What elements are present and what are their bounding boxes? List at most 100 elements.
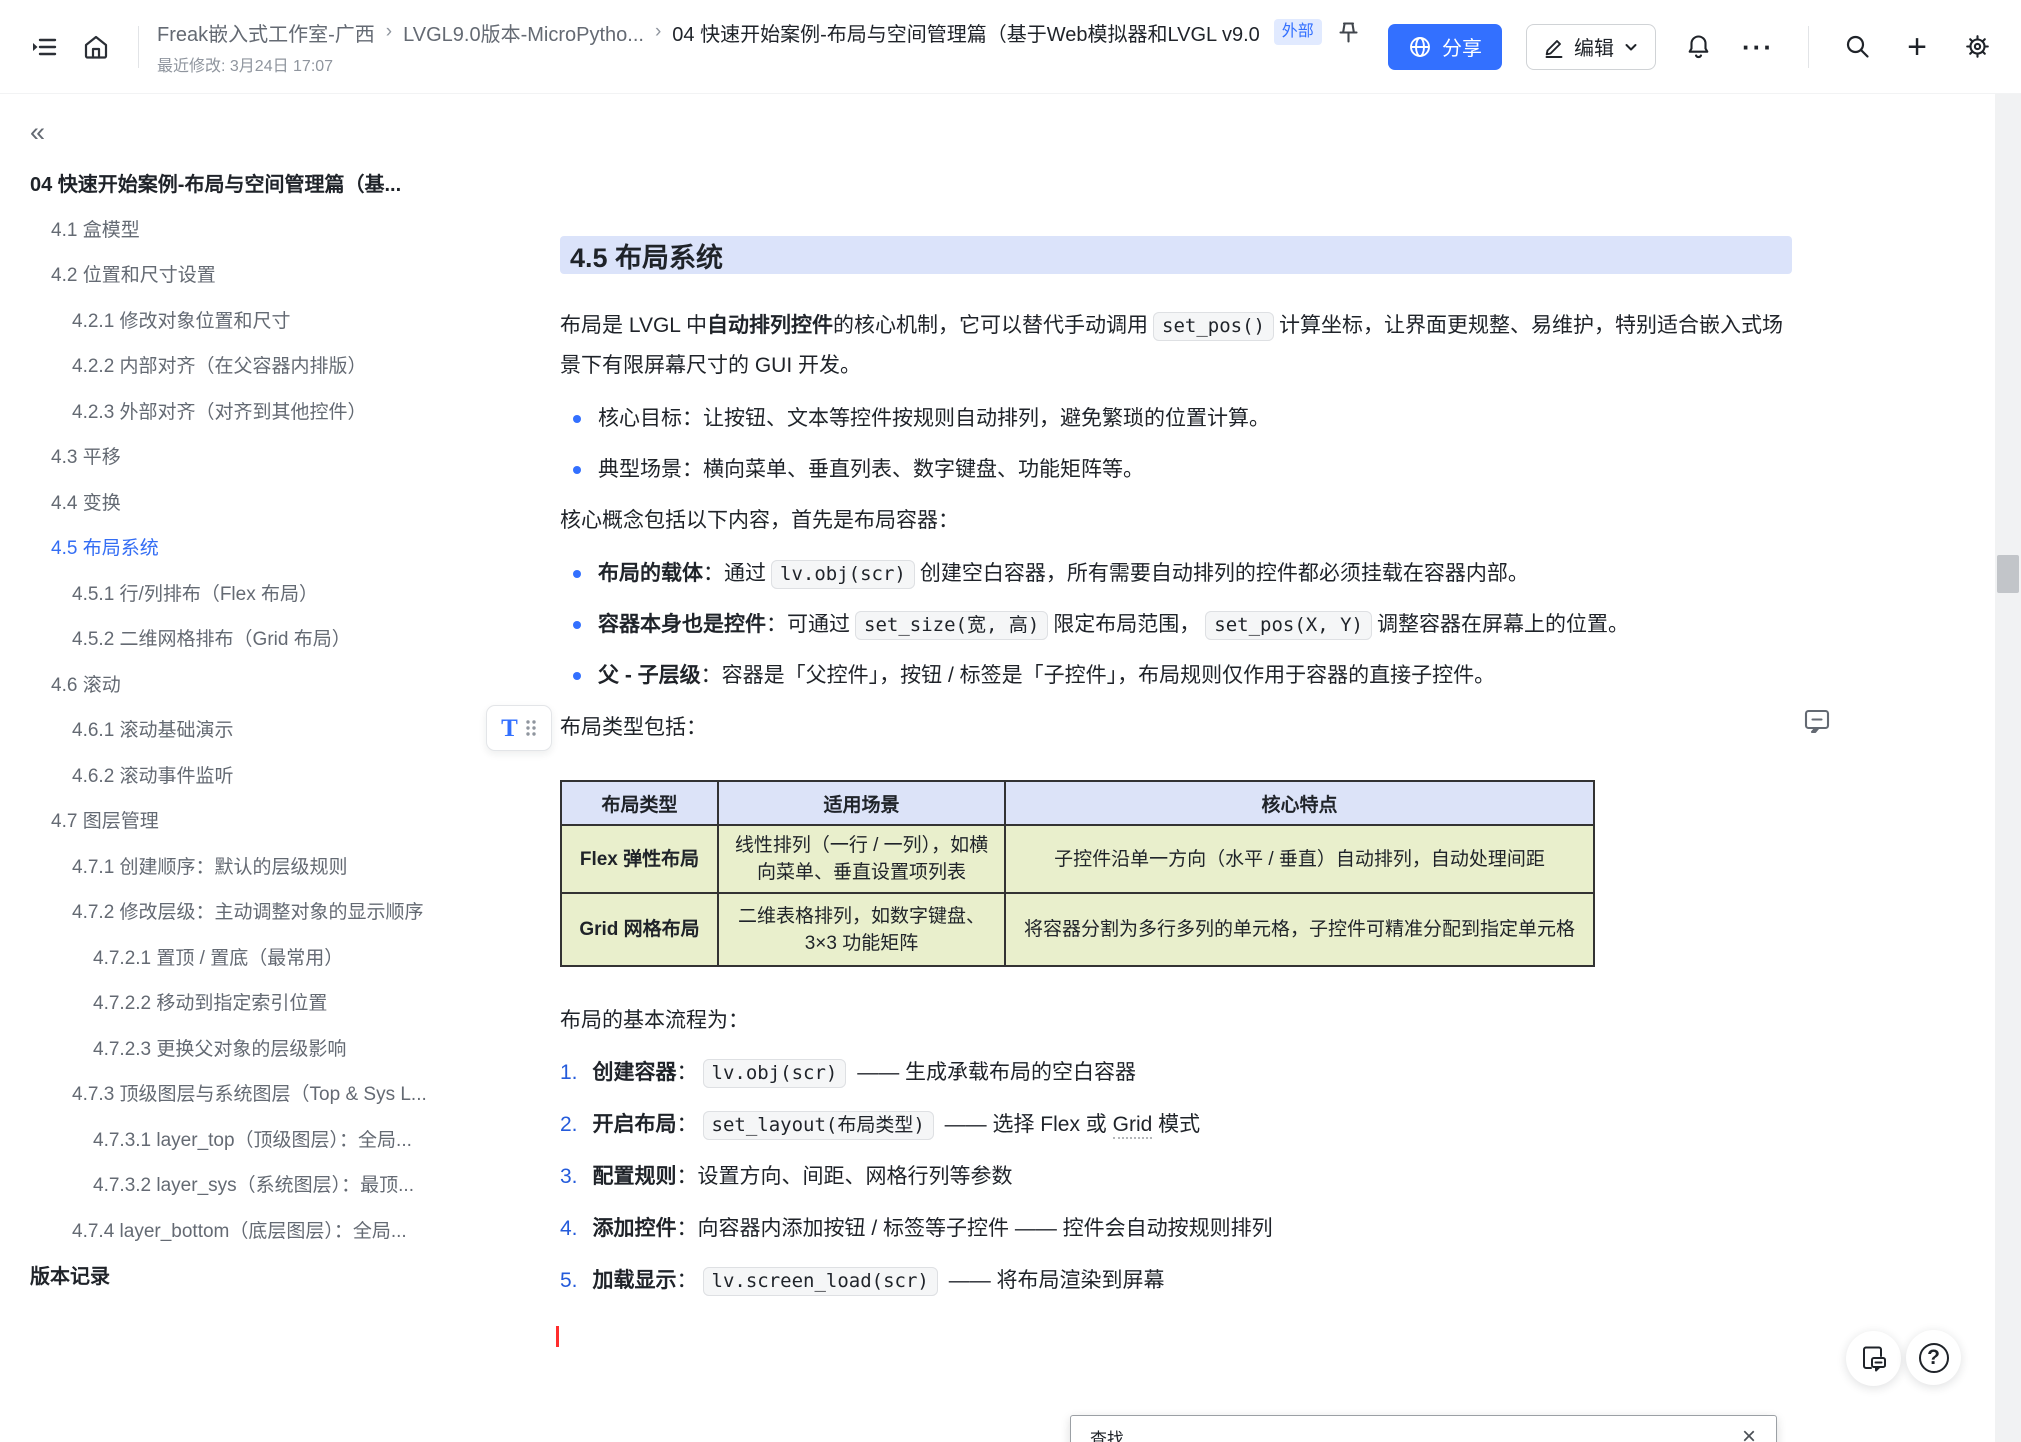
search-button[interactable] (1839, 29, 1875, 65)
breadcrumb-item: Freak嵌入式工作室-广西 › (157, 18, 403, 47)
toc-item[interactable]: 4.4 变换 (30, 479, 556, 525)
bullet-dot-icon (573, 570, 581, 578)
help-icon: ? (1918, 1342, 1949, 1373)
settings-button[interactable] (1959, 29, 1995, 65)
toc-item[interactable]: 4.7.2.1 置顶 / 置底（最常用） (30, 934, 556, 980)
toc-item[interactable]: 4.1 盒模型 (30, 206, 556, 252)
toc-item[interactable]: 4.7.2 修改层级：主动调整对象的显示顺序 (30, 888, 556, 934)
table-header-cell: 布局类型 (560, 780, 719, 826)
find-bar[interactable]: 查找 × (1070, 1415, 1777, 1442)
toc-item-label: 4.2.3 外部对齐（对齐到其他控件） (72, 401, 367, 423)
last-modified: 最近修改: 3月24日 17:07 (157, 57, 334, 75)
toc-item-label: 4.6.1 滚动基础演示 (72, 720, 234, 742)
step-item: 2. 开启布局： set_layout(布局类型) —— 选择 Flex 或 Gr… (560, 1105, 1860, 1145)
toc-item[interactable]: 4.6 滚动 (30, 661, 556, 707)
toc-item[interactable]: 4.7.2.2 移动到指定索引位置 (30, 979, 556, 1025)
document-body: 4.5 布局系统 布局是 LVGL 中自动排列控件的核心机制，它可以替代手动调用… (486, 94, 1860, 1442)
table-cell-type: Grid 网格布局 (560, 892, 719, 967)
toc-item[interactable]: 4.7.4 layer_bottom（底层图层）：全局... (30, 1207, 556, 1253)
more-button[interactable]: ··· (1740, 29, 1776, 65)
toc-item-label: 4.7.2 修改层级：主动调整对象的显示顺序 (72, 902, 424, 924)
breadcrumb-link[interactable]: LVGL9.0版本-MicroPytho... (403, 18, 644, 47)
drag-handle-icon[interactable] (525, 718, 537, 738)
step-item: 4. 添加控件：向容器内添加按钮 / 标签等子控件 —— 控件会自动按规则排列 (560, 1209, 1860, 1249)
toc-item[interactable]: 4.2.1 修改对象位置和尺寸 (30, 297, 556, 343)
home-button[interactable] (78, 29, 114, 65)
toc-item-label: 4.7 图层管理 (51, 811, 159, 833)
toc-item-label: 4.2 位置和尺寸设置 (51, 265, 216, 287)
breadcrumb-link[interactable]: Freak嵌入式工作室-广西 (157, 18, 375, 47)
toc-item[interactable]: 04 快速开始案例-布局与空间管理篇（基... (30, 160, 556, 206)
gear-icon (1964, 33, 1991, 60)
breadcrumb-item: 04 快速开始案例-布局与空间管理篇（基于Web模拟器和LVGL v9.0 › (672, 18, 1260, 47)
numbered-steps: 1. 创建容器： lv.obj(scr) —— 生成承载布局的空白容器 2. 开启… (560, 1053, 1860, 1301)
create-button[interactable]: + (1899, 29, 1935, 65)
edit-button[interactable]: 编辑 (1526, 23, 1656, 70)
table-cell-scene: 二维表格排列，如数字键盘、3×3 功能矩阵 (717, 892, 1006, 967)
plus-icon: + (1907, 27, 1927, 66)
chevron-right-icon: › (385, 21, 393, 42)
document-page: Freak嵌入式工作室-广西 › LVGL9.0版本-MicroPytho...… (0, 0, 2021, 1442)
bullet-list-concepts: 布局的载体：通过 lv.obj(scr) 创建空白容器，所有需要自动排列的控件都必须… (560, 554, 1795, 696)
table-row: Flex 弹性布局 线性排列（一行 / 一列），如横向菜单、垂直设置项列表 子控… (560, 824, 1595, 894)
block-hover-toolbar[interactable]: T (486, 705, 552, 751)
toc-item[interactable]: 4.5 布局系统 (30, 524, 556, 570)
table-header-row: 布局类型 适用场景 核心特点 (560, 780, 1595, 826)
chevron-down-icon (1623, 39, 1639, 55)
layout-types-table: 布局类型 适用场景 核心特点 Flex 弹性布局 线性排列（一行 / 一列），如… (560, 780, 1595, 967)
bullet-item: 父 - 子层级：容器是「父控件」，按钮 / 标签是「子控件」，布局规则仅作用于容… (560, 656, 1795, 696)
toc-item[interactable]: 4.5.1 行/列排布（Flex 布局） (30, 570, 556, 616)
step-number: 5. (560, 1269, 578, 1292)
toc-toggle-button[interactable] (26, 29, 62, 65)
share-button[interactable]: 分享 (1388, 23, 1502, 70)
toc-item-label: 版本记录 (30, 1266, 110, 1289)
toc-item[interactable]: 4.6.2 滚动事件监听 (30, 752, 556, 798)
toc-item[interactable]: 4.3 平移 (30, 433, 556, 479)
bullet-text: 容器本身也是控件：可通过 set_size(宽, 高) 限定布局范围， set_pos… (598, 605, 1629, 645)
concepts-paragraph: 核心概念包括以下内容，首先是布局容器： (560, 509, 959, 532)
toc-toggle-icon (29, 32, 59, 62)
toc-item[interactable]: 4.7.3.1 layer_top（顶级图层）：全局... (30, 1116, 556, 1162)
toc-item[interactable]: 4.7.3.2 layer_sys（系统图层）：最顶... (30, 1161, 556, 1207)
toc-item[interactable]: 4.2.2 内部对齐（在父容器内排版） (30, 342, 556, 388)
step-text: 加载显示： lv.screen_load(scr) —— 将布局渲染到屏幕 (593, 1261, 1165, 1301)
bullet-item: 容器本身也是控件：可通过 set_size(宽, 高) 限定布局范围， set_pos… (560, 605, 1795, 645)
header-divider (138, 25, 139, 68)
toc-item[interactable]: 4.7.2.3 更换父对象的层级影响 (30, 1025, 556, 1071)
toc-item[interactable]: 版本记录 (30, 1252, 556, 1298)
toc-item-label: 4.7.2.3 更换父对象的层级影响 (93, 1038, 347, 1060)
feedback-button[interactable] (1846, 1331, 1901, 1386)
text-cursor (556, 1326, 559, 1347)
toc-item[interactable]: 4.2.3 外部对齐（对齐到其他控件） (30, 388, 556, 434)
step-item: 5. 加载显示： lv.screen_load(scr) —— 将布局渲染到屏幕 (560, 1261, 1860, 1301)
help-button[interactable]: ? (1906, 1330, 1961, 1385)
scrollbar-thumb[interactable] (1997, 555, 2019, 593)
pin-icon[interactable] (1336, 20, 1361, 45)
toc-item[interactable]: 4.7 图层管理 (30, 797, 556, 843)
feedback-icon (1860, 1344, 1888, 1374)
chevron-right-icon: › (654, 21, 662, 42)
comment-icon[interactable] (1803, 707, 1831, 737)
collapse-sidebar-icon[interactable]: « (30, 118, 60, 148)
toc-sidebar: « 04 快速开始案例-布局与空间管理篇（基... 4.1 盒模型 4.2 位置… (0, 94, 556, 1442)
toc-item[interactable]: 4.2 位置和尺寸设置 (30, 251, 556, 297)
scrollbar-track[interactable] (1995, 94, 2021, 1442)
step-item: 3. 配置规则：设置方向、间距、网格行列等参数 (560, 1157, 1860, 1197)
breadcrumb-link[interactable]: 04 快速开始案例-布局与空间管理篇（基于Web模拟器和LVGL v9.0 (672, 18, 1260, 47)
top-bar: Freak嵌入式工作室-广西 › LVGL9.0版本-MicroPytho...… (0, 0, 2021, 94)
notifications-button[interactable] (1680, 29, 1716, 65)
toc-item[interactable]: 4.7.1 创建顺序：默认的层级规则 (30, 843, 556, 889)
toc-item-label: 4.6 滚动 (51, 674, 121, 696)
flow-paragraph: 布局的基本流程为： (560, 1009, 749, 1032)
pencil-icon (1543, 36, 1565, 58)
step-text: 开启布局： set_layout(布局类型) —— 选择 Flex 或 Grid … (593, 1105, 1200, 1145)
step-number: 3. (560, 1165, 578, 1188)
toc-item[interactable]: 4.6.1 滚动基础演示 (30, 706, 556, 752)
bullet-item: 典型场景：横向菜单、垂直列表、数字键盘、功能矩阵等。 (560, 450, 1795, 490)
close-icon[interactable]: × (1742, 1425, 1756, 1442)
bullet-item: 布局的载体：通过 lv.obj(scr) 创建空白容器，所有需要自动排列的控件都必须… (560, 554, 1795, 594)
toc-item[interactable]: 4.7.3 顶级图层与系统图层（Top & Sys L... (30, 1070, 556, 1116)
external-badge: 外部 (1273, 19, 1322, 45)
toc-item[interactable]: 4.5.2 二维网格排布（Grid 布局） (30, 615, 556, 661)
step-text: 创建容器： lv.obj(scr) —— 生成承载布局的空白容器 (593, 1053, 1136, 1093)
